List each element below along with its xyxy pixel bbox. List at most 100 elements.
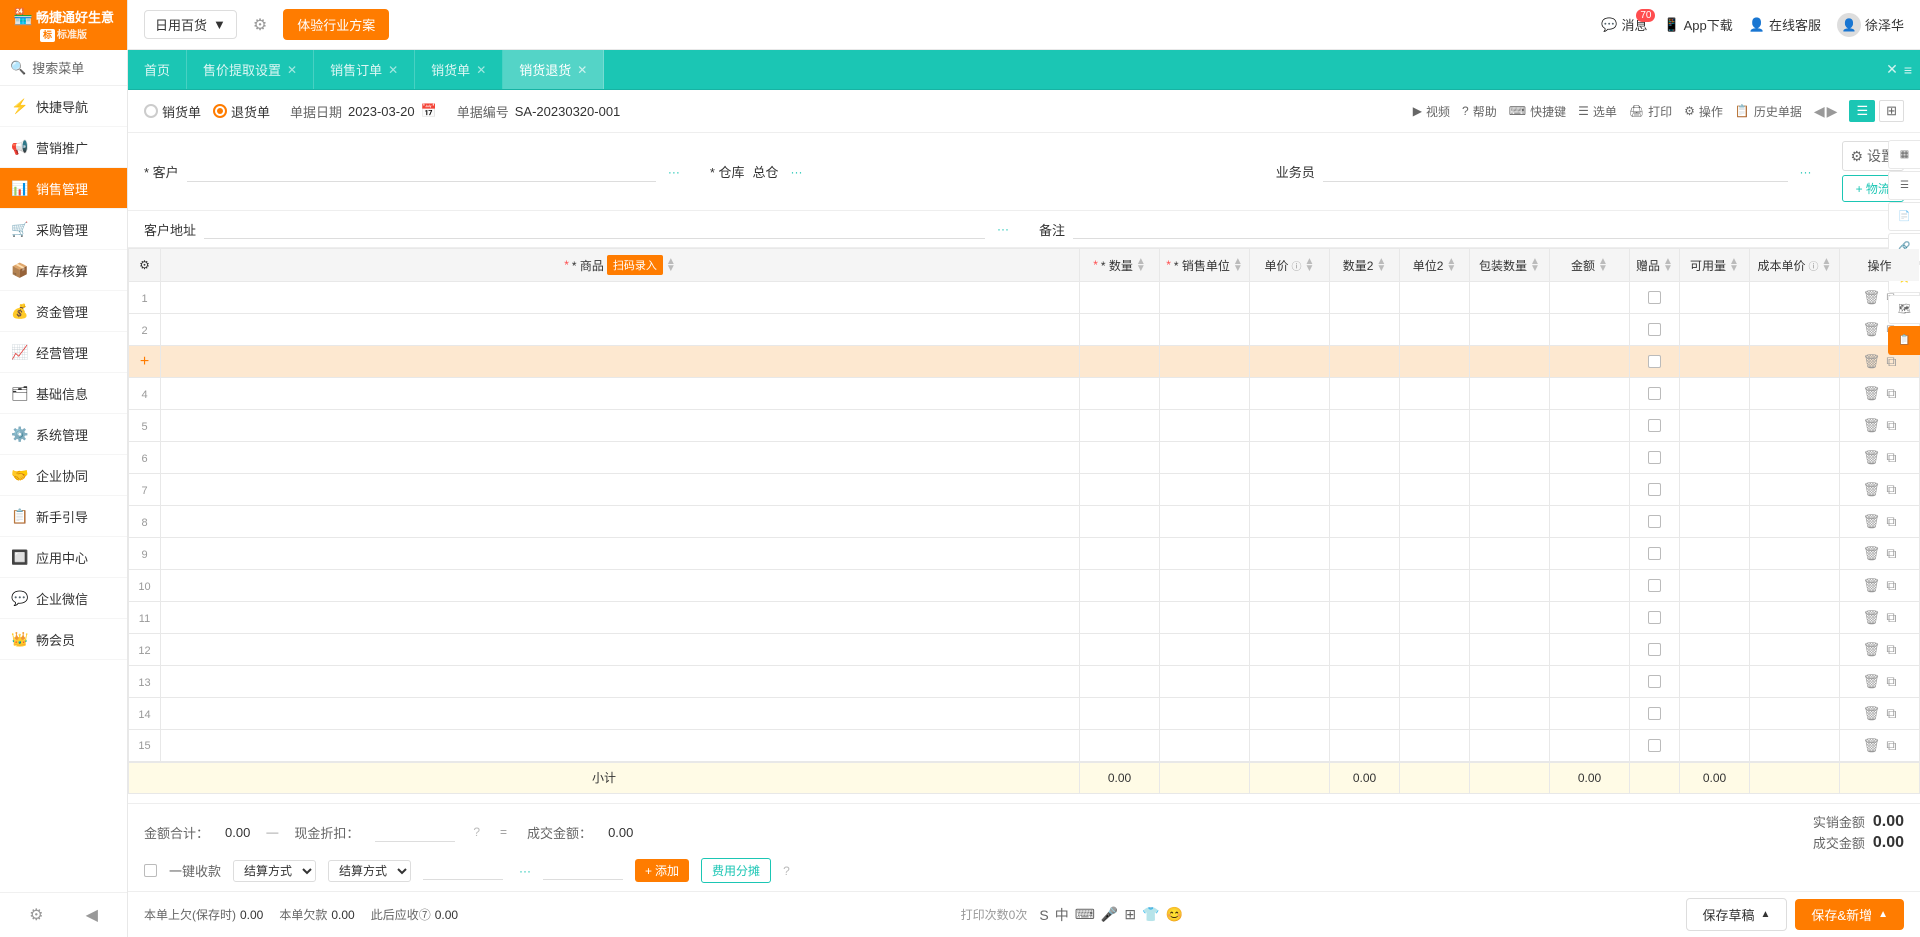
gift-checkbox[interactable] <box>1648 611 1661 624</box>
gift-cell[interactable] <box>1630 346 1680 378</box>
radio-sales[interactable]: 销货单 <box>144 102 201 121</box>
qty2-cell[interactable] <box>1330 538 1400 570</box>
available-cell[interactable] <box>1680 314 1750 346</box>
tab-sales-close[interactable]: ✕ <box>476 63 486 77</box>
video-action[interactable]: ▶ 视频 <box>1413 103 1450 120</box>
pkg-qty-cell[interactable] <box>1470 570 1550 602</box>
cost-price-cell[interactable] <box>1750 474 1840 506</box>
product-cell[interactable] <box>161 634 1080 666</box>
settle-method-select[interactable]: 结算方式 <box>328 860 411 882</box>
app-download-button[interactable]: 📱 App下载 <box>1663 15 1732 34</box>
qty2-cell[interactable] <box>1330 378 1400 410</box>
radio-return[interactable]: 退货单 <box>213 102 270 121</box>
sidebar-item-base[interactable]: 🗂 基础信息 <box>0 373 127 414</box>
account-more[interactable]: ··· <box>519 864 531 878</box>
tab-close-all-icon[interactable]: ✕ <box>1886 61 1898 78</box>
gift-checkbox[interactable] <box>1648 387 1661 400</box>
taskbar-icon-1[interactable]: S <box>1039 907 1048 923</box>
pkg-qty-cell[interactable] <box>1470 378 1550 410</box>
pkg-qty-cell[interactable] <box>1470 346 1550 378</box>
gift-cell[interactable] <box>1630 634 1680 666</box>
unit-cell[interactable] <box>1160 698 1250 730</box>
unit-cell[interactable] <box>1160 602 1250 634</box>
cost-price-cell[interactable] <box>1750 570 1840 602</box>
unit2-cell[interactable] <box>1400 730 1470 762</box>
amount-cell[interactable] <box>1550 634 1630 666</box>
unit-cell[interactable] <box>1160 634 1250 666</box>
next-icon[interactable]: ▶ <box>1827 103 1838 120</box>
topbar-settings-icon[interactable]: ⚙ <box>249 11 271 39</box>
tab-sales[interactable]: 销货单 ✕ <box>415 50 503 89</box>
copy-icon[interactable]: ⧉ <box>1886 353 1896 370</box>
unit2-cell[interactable] <box>1400 666 1470 698</box>
product-cell[interactable] <box>161 410 1080 442</box>
unit2-cell[interactable] <box>1400 506 1470 538</box>
gift-cell[interactable] <box>1630 538 1680 570</box>
cost-price-cell[interactable] <box>1750 378 1840 410</box>
qty2-cell[interactable] <box>1330 634 1400 666</box>
cost-price-cell[interactable] <box>1750 282 1840 314</box>
gift-checkbox[interactable] <box>1648 547 1661 560</box>
unit-price-cell[interactable] <box>1250 698 1330 730</box>
pkg-qty-cell[interactable] <box>1470 410 1550 442</box>
cost-price-cell[interactable] <box>1750 666 1840 698</box>
qty-cell[interactable] <box>1080 378 1160 410</box>
qty-cell[interactable] <box>1080 634 1160 666</box>
qty-cell[interactable] <box>1080 282 1160 314</box>
unit-price-cell[interactable] <box>1250 314 1330 346</box>
unit-price-cell[interactable] <box>1250 282 1330 314</box>
gift-cell[interactable] <box>1630 442 1680 474</box>
online-service-button[interactable]: 👤 在线客服 <box>1749 15 1821 34</box>
unit-price-cell[interactable] <box>1250 538 1330 570</box>
tab-menu-icon[interactable]: ≡ <box>1904 62 1912 78</box>
right-panel-btn-3[interactable]: 📄 <box>1888 202 1920 231</box>
gift-cell[interactable] <box>1630 570 1680 602</box>
calendar-icon[interactable]: 📅 <box>421 103 437 119</box>
delete-icon[interactable]: 🗑 <box>1863 321 1881 338</box>
amount-cell[interactable] <box>1550 410 1630 442</box>
sidebar-item-apps[interactable]: 🔲 应用中心 <box>0 537 127 578</box>
copy-icon[interactable]: ⧉ <box>1886 417 1896 434</box>
cost-price-cell[interactable] <box>1750 698 1840 730</box>
delete-icon[interactable]: 🗑 <box>1863 385 1881 402</box>
gift-checkbox[interactable] <box>1648 355 1661 368</box>
pkg-qty-cell[interactable] <box>1470 698 1550 730</box>
pkg-qty-cell[interactable] <box>1470 506 1550 538</box>
unit-price-cell[interactable] <box>1250 410 1330 442</box>
gift-checkbox[interactable] <box>1648 291 1661 304</box>
history-action[interactable]: 📋 历史单据 <box>1735 103 1802 120</box>
pkg-qty-cell[interactable] <box>1470 538 1550 570</box>
save-new-button[interactable]: 保存&新增 ▲ <box>1795 899 1904 930</box>
amount-cell[interactable] <box>1550 282 1630 314</box>
address-more[interactable]: ··· <box>997 222 1009 236</box>
qty2-cell[interactable] <box>1330 442 1400 474</box>
product-cell[interactable] <box>161 570 1080 602</box>
note-input[interactable] <box>1073 219 1904 239</box>
sidebar-item-purchase[interactable]: 🛒 采购管理 <box>0 209 127 250</box>
copy-icon[interactable]: ⧉ <box>1886 673 1896 690</box>
qty2-cell[interactable] <box>1330 698 1400 730</box>
gift-checkbox[interactable] <box>1648 483 1661 496</box>
cost-price-cell[interactable] <box>1750 634 1840 666</box>
delete-icon[interactable]: 🗑 <box>1863 737 1881 754</box>
amount-cell[interactable] <box>1550 442 1630 474</box>
product-cell[interactable] <box>161 538 1080 570</box>
amount-cell[interactable] <box>1550 698 1630 730</box>
sidebar-item-sales[interactable]: 📊 销售管理 <box>0 168 127 209</box>
qty2-cell[interactable] <box>1330 346 1400 378</box>
qty2-cell[interactable] <box>1330 314 1400 346</box>
gift-cell[interactable] <box>1630 314 1680 346</box>
taskbar-icon-7[interactable]: 😊 <box>1166 906 1183 923</box>
amount-cell[interactable] <box>1550 506 1630 538</box>
cost-price-cell[interactable] <box>1750 730 1840 762</box>
tab-price-setting-close[interactable]: ✕ <box>287 63 297 77</box>
taskbar-icon-2[interactable]: 中 <box>1055 905 1069 925</box>
qty2-cell[interactable] <box>1330 730 1400 762</box>
qty-cell[interactable] <box>1080 474 1160 506</box>
sidebar-settings-icon[interactable]: ⚙ <box>25 901 47 929</box>
available-cell[interactable] <box>1680 602 1750 634</box>
th-settings[interactable]: ⚙ <box>129 249 161 282</box>
qty-cell[interactable] <box>1080 538 1160 570</box>
payment-amount-input[interactable] <box>543 861 623 880</box>
prev-icon[interactable]: ◀ <box>1814 103 1825 120</box>
